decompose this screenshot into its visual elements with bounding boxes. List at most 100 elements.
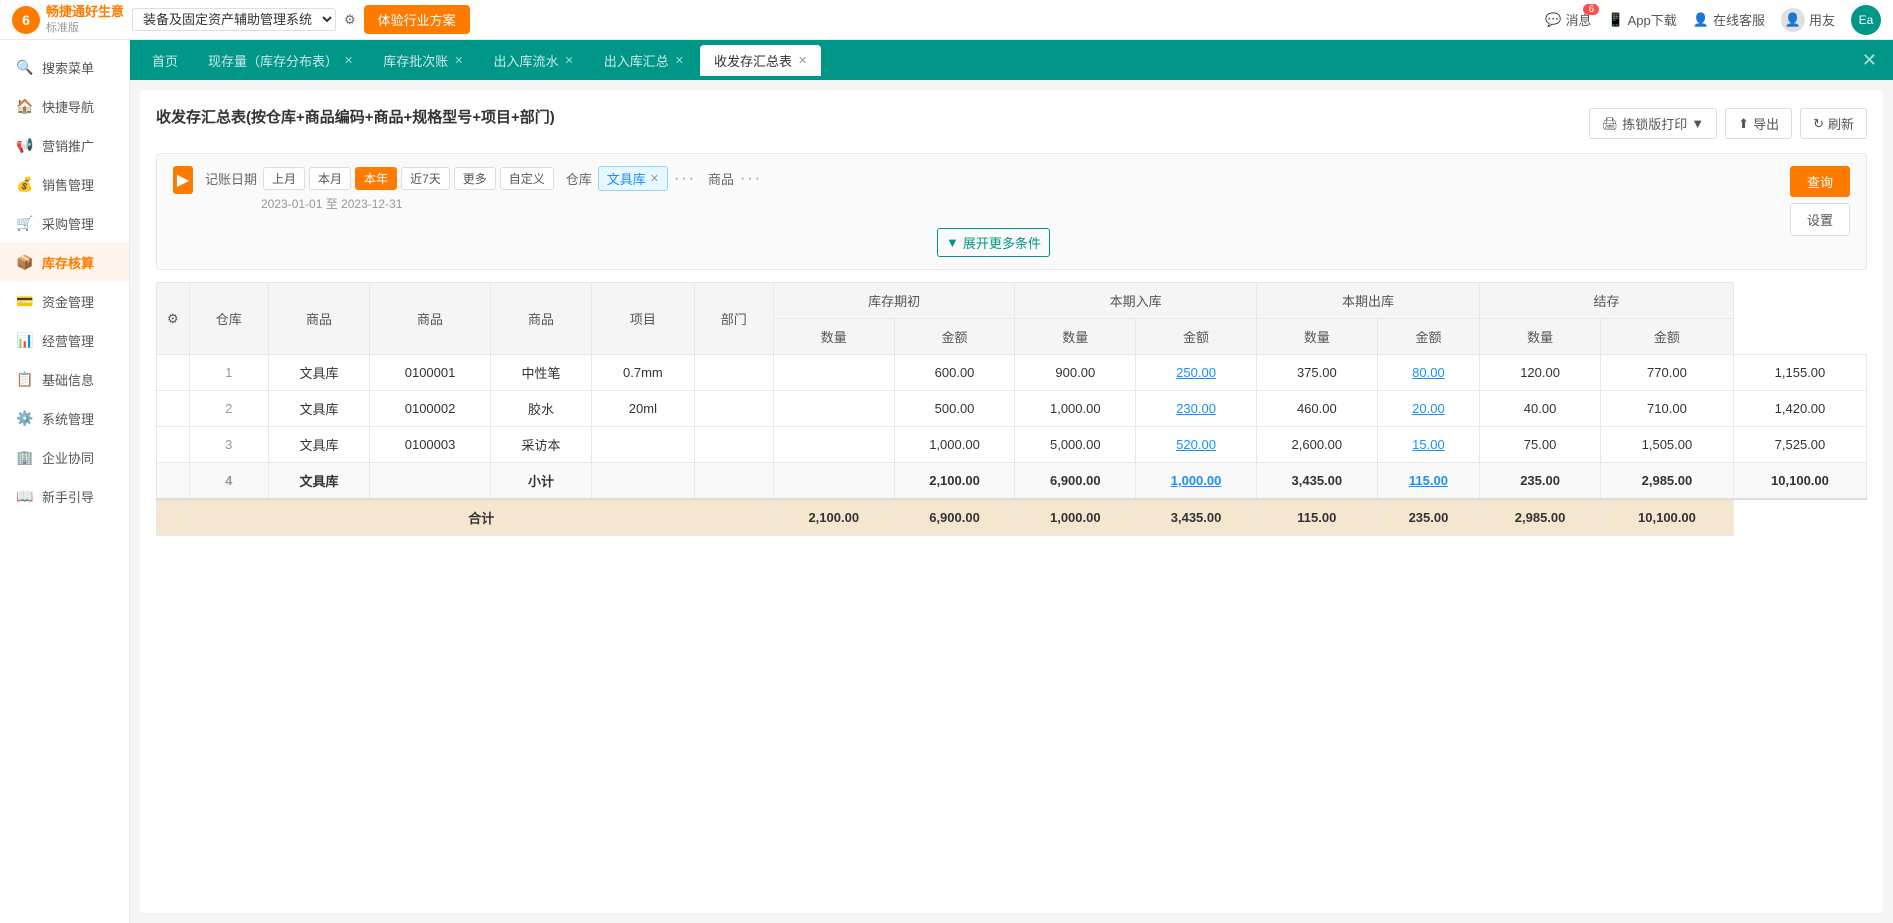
bal-qty-header: 数量 — [1480, 319, 1601, 355]
table-row: 3文具库0100003采访本1,000.005,000.00520.002,60… — [157, 427, 1867, 463]
service-item[interactable]: 👤 在线客服 — [1693, 10, 1765, 29]
tab-batch[interactable]: 库存批次账 ✕ — [369, 45, 477, 76]
dept-col-header: 部门 — [694, 283, 773, 355]
date-btn-this-month[interactable]: 本月 — [309, 167, 351, 190]
refresh-button[interactable]: ↻ 刷新 — [1800, 108, 1867, 139]
open-qty-header: 数量 — [773, 319, 894, 355]
tab-inout-summary[interactable]: 出入库汇总 ✕ — [590, 45, 698, 76]
sidebar-item-sales[interactable]: 💰 销售管理 — [0, 165, 129, 204]
sidebar-item-inventory[interactable]: 📦 库存核算 — [0, 243, 129, 282]
sidebar-item-quick-nav[interactable]: 🏠 快捷导航 — [0, 87, 129, 126]
row-name: 胶水 — [490, 391, 591, 427]
user-item[interactable]: 👤 用友 — [1781, 8, 1835, 32]
row-out-amt: 235.00 — [1480, 463, 1601, 500]
row-out-qty-link[interactable]: 20.00 — [1412, 401, 1445, 416]
table-settings-icon[interactable]: ⚙ — [167, 311, 179, 326]
row-in-amt: 460.00 — [1256, 391, 1377, 427]
row-project — [694, 391, 773, 427]
user-label: 用友 — [1809, 10, 1835, 29]
row-open-qty: 600.00 — [894, 355, 1015, 391]
goods-ellipsis[interactable]: ··· — [740, 170, 762, 188]
date-btn-this-year[interactable]: 本年 — [355, 167, 397, 190]
export-icon: ⬆ — [1738, 116, 1749, 132]
row-in-amt: 3,435.00 — [1256, 463, 1377, 500]
page-title: 收发存汇总表(按仓库+商品编码+商品+规格型号+项目+部门) — [156, 106, 555, 127]
row-in-qty[interactable]: 520.00 — [1136, 427, 1257, 463]
in-qty-header: 数量 — [1015, 319, 1136, 355]
row-open-amt: 1,000.00 — [1015, 391, 1136, 427]
tab-inout-flow[interactable]: 出入库流水 ✕ — [479, 45, 587, 76]
row-in-qty-link[interactable]: 520.00 — [1176, 437, 1216, 452]
sidebar-item-guide[interactable]: 📖 新手引导 — [0, 477, 129, 516]
row-in-qty[interactable]: 230.00 — [1136, 391, 1257, 427]
sidebar-item-marketing[interactable]: 📢 营销推广 — [0, 126, 129, 165]
print-button[interactable]: 🖨 拣锁版打印 ▼ — [1589, 108, 1717, 139]
row-in-qty-link[interactable]: 230.00 — [1176, 401, 1216, 416]
sidebar-item-search[interactable]: 🔍 搜索菜单 — [0, 48, 129, 87]
row-in-qty[interactable]: 1,000.00 — [1136, 463, 1257, 500]
tab-bar-close-icon[interactable]: ✕ — [1854, 50, 1885, 71]
row-dept — [773, 391, 894, 427]
sidebar-label-system: 系统管理 — [42, 409, 94, 428]
sidebar-item-system[interactable]: ⚙️ 系统管理 — [0, 399, 129, 438]
export-button[interactable]: ⬆ 导出 — [1725, 108, 1792, 139]
tab-inventory-dist[interactable]: 现存量（库存分布表） ✕ — [194, 45, 367, 76]
tab-home[interactable]: 首页 — [138, 45, 192, 76]
logo-icon: 6 — [12, 6, 40, 34]
app-download-icon: 📱 — [1607, 12, 1623, 28]
top-bar-right: 💬 消息 6 📱 App下载 👤 在线客服 👤 用友 Ea — [1545, 5, 1881, 35]
message-item[interactable]: 💬 消息 6 — [1545, 10, 1591, 29]
row-out-qty-link[interactable]: 115.00 — [1409, 473, 1448, 488]
sidebar-item-basic[interactable]: 📋 基础信息 — [0, 360, 129, 399]
logo-area: 6 畅捷通好生意 标准版 — [12, 4, 124, 36]
tab-label-home: 首页 — [152, 51, 178, 70]
tab-receive-send-summary[interactable]: 收发存汇总表 ✕ — [700, 45, 821, 76]
row-out-qty[interactable]: 20.00 — [1377, 391, 1479, 427]
row-in-qty[interactable]: 250.00 — [1136, 355, 1257, 391]
query-button[interactable]: 查询 — [1790, 166, 1850, 197]
table-row: 1文具库0100001中性笔0.7mm600.00900.00250.00375… — [157, 355, 1867, 391]
row-in-amt: 2,600.00 — [1256, 427, 1377, 463]
warehouse-ellipsis[interactable]: ··· — [674, 170, 696, 188]
page-inner: 收发存汇总表(按仓库+商品编码+商品+规格型号+项目+部门) 🖨 拣锁版打印 ▼… — [140, 90, 1883, 913]
sidebar-label-business: 经营管理 — [42, 331, 94, 350]
date-btn-7days[interactable]: 近7天 — [401, 167, 450, 190]
warehouse-tag-text: 文具库 — [607, 169, 646, 188]
sidebar-item-purchase[interactable]: 🛒 采购管理 — [0, 204, 129, 243]
trial-button[interactable]: 体验行业方案 — [364, 5, 470, 34]
setting-button[interactable]: 设置 — [1790, 203, 1850, 236]
expand-more-button[interactable]: ▼ 展开更多条件 — [937, 228, 1050, 257]
warehouse-tag-close[interactable]: ✕ — [650, 172, 659, 185]
date-btn-last-month[interactable]: 上月 — [263, 167, 305, 190]
row-out-qty-link[interactable]: 15.00 — [1412, 437, 1445, 452]
filter-toggle-arrow[interactable]: ▶ — [173, 166, 193, 194]
marketing-icon: 📢 — [16, 137, 34, 155]
ea-badge: Ea — [1851, 5, 1881, 35]
row-code: 0100002 — [370, 391, 491, 427]
logo-sub: 标准版 — [46, 19, 124, 35]
row-out-qty[interactable]: 80.00 — [1377, 355, 1479, 391]
row-out-qty-link[interactable]: 80.00 — [1412, 365, 1445, 380]
row-bal-qty: 770.00 — [1600, 355, 1733, 391]
row-out-qty[interactable]: 115.00 — [1377, 463, 1479, 500]
tab-close-batch[interactable]: ✕ — [454, 54, 463, 67]
tab-close-inout-summary[interactable]: ✕ — [675, 54, 684, 67]
service-icon: 👤 — [1693, 12, 1709, 28]
tab-close-receive-send-summary[interactable]: ✕ — [798, 54, 807, 67]
date-range-display: 2023-01-01 至 2023-12-31 — [257, 195, 1782, 212]
spec-col-header: 商品 — [490, 283, 591, 355]
app-download-item[interactable]: 📱 App下载 — [1607, 10, 1676, 29]
date-btn-more[interactable]: 更多 — [454, 167, 496, 190]
tab-close-inventory-dist[interactable]: ✕ — [344, 54, 353, 67]
sidebar-item-business[interactable]: 📊 经营管理 — [0, 321, 129, 360]
row-in-qty-link[interactable]: 1,000.00 — [1171, 473, 1222, 488]
sidebar-item-enterprise[interactable]: 🏢 企业协同 — [0, 438, 129, 477]
sidebar-item-finance[interactable]: 💳 资金管理 — [0, 282, 129, 321]
tab-close-inout-flow[interactable]: ✕ — [565, 54, 574, 67]
row-out-qty[interactable]: 15.00 — [1377, 427, 1479, 463]
date-btn-custom[interactable]: 自定义 — [500, 167, 554, 190]
gear-icon[interactable]: ⚙ — [344, 12, 356, 28]
row-in-qty-link[interactable]: 250.00 — [1176, 365, 1216, 380]
content-area: 首页 现存量（库存分布表） ✕ 库存批次账 ✕ 出入库流水 ✕ 出入库汇总 ✕ … — [130, 40, 1893, 923]
system-selector[interactable]: 装备及固定资产辅助管理系统 — [132, 8, 336, 31]
